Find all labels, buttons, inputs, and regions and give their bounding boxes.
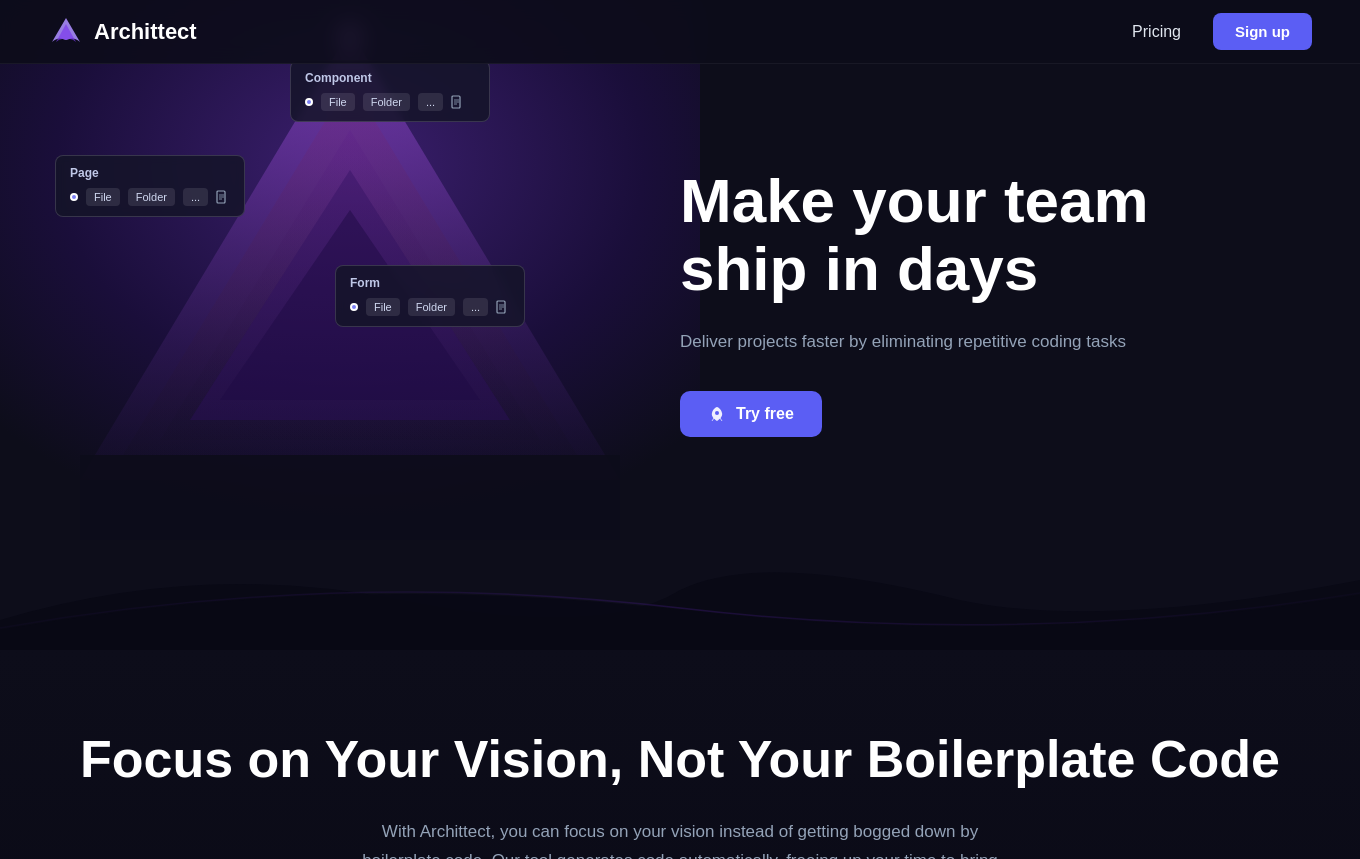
second-section: Focus on Your Vision, Not Your Boilerpla… [0, 650, 1360, 859]
form-card: Form File Folder ... [335, 265, 525, 327]
nav-right: Pricing Sign up [1132, 13, 1312, 50]
svg-rect-6 [80, 455, 620, 540]
page-file: File [86, 188, 120, 206]
component-row: File Folder ... [305, 93, 475, 111]
hero-title: Make your team ship in days [680, 167, 1160, 303]
component-folder: Folder [363, 93, 410, 111]
page-title: Page [70, 166, 230, 180]
second-subtitle: With Archittect, you can focus on your v… [360, 818, 1000, 859]
form-title: Form [350, 276, 510, 290]
page-row: File Folder ... [70, 188, 230, 206]
arc-separator [0, 540, 1360, 650]
page-card: Page File Folder ... [55, 155, 245, 217]
logo-icon [48, 14, 84, 50]
hero-content: Make your team ship in days Deliver proj… [680, 127, 1160, 477]
page-file-icon [216, 190, 228, 204]
signup-button[interactable]: Sign up [1213, 13, 1312, 50]
hero-subtitle: Deliver projects faster by eliminating r… [680, 328, 1160, 355]
form-row: File Folder ... [350, 298, 510, 316]
logo[interactable]: Archittect [48, 14, 197, 50]
form-file-icon [496, 300, 508, 314]
page-folder: Folder [128, 188, 175, 206]
svg-point-11 [715, 411, 719, 415]
form-more: ... [463, 298, 488, 316]
form-folder: Folder [408, 298, 455, 316]
cta-label: Try free [736, 405, 794, 423]
second-title: Focus on Your Vision, Not Your Boilerpla… [48, 730, 1312, 790]
page-dot [70, 193, 78, 201]
pricing-link[interactable]: Pricing [1132, 23, 1181, 41]
hero-section: Component File Folder ... Page File Fold… [0, 0, 1360, 540]
rocket-icon [708, 405, 726, 423]
component-title: Component [305, 71, 475, 85]
hero-background: Component File Folder ... Page File Fold… [0, 0, 700, 540]
try-free-button[interactable]: Try free [680, 391, 822, 437]
brand-name: Archittect [94, 19, 197, 45]
component-more: ... [418, 93, 443, 111]
form-file: File [366, 298, 400, 316]
component-card: Component File Folder ... [290, 60, 490, 122]
component-file: File [321, 93, 355, 111]
page-more: ... [183, 188, 208, 206]
component-file-icon [451, 95, 463, 109]
form-dot [350, 303, 358, 311]
component-dot [305, 98, 313, 106]
